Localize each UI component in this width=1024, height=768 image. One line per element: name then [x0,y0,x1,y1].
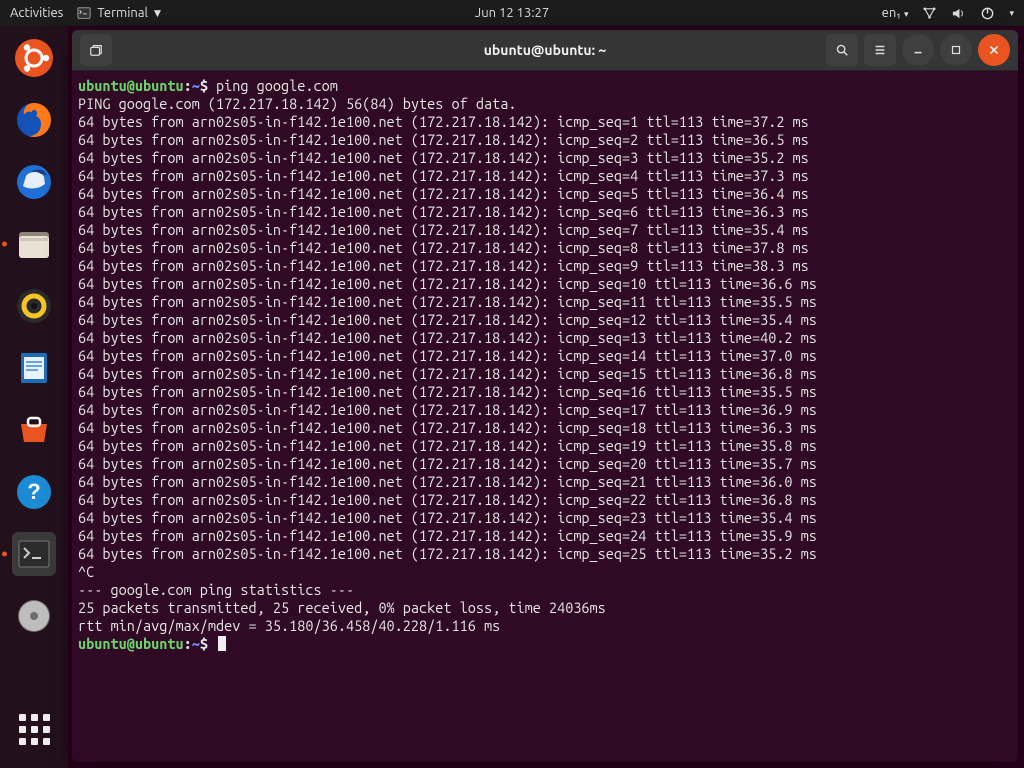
caret-down-icon: ▾ [1009,8,1014,19]
search-icon [835,43,849,57]
dock-rhythmbox[interactable] [12,284,56,328]
input-source-indicator[interactable]: en₁ ▾ [882,6,909,20]
gnome-top-bar: Activities Terminal ▼ Jun 12 13:27 en₁ ▾… [0,0,1024,26]
new-tab-button[interactable] [80,34,112,66]
minimize-icon [911,43,925,57]
network-icon[interactable] [922,6,937,21]
caret-down-icon: ▾ [904,9,909,19]
activities-button[interactable]: Activities [10,6,63,20]
terminal-window: ubuntu@ubuntu: ~ ubuntu@ubuntu:~$ ping g… [72,30,1018,762]
terminal-titlebar[interactable]: ubuntu@ubuntu: ~ [72,30,1018,71]
show-applications-button[interactable] [17,712,51,746]
caret-down-icon: ▼ [154,8,161,19]
dock-libreoffice-writer[interactable] [12,346,56,390]
dock-files[interactable] [12,222,56,266]
dock-disks[interactable] [12,594,56,638]
terminal-app-icon [77,6,91,20]
dock-help[interactable]: ? [12,470,56,514]
active-app-menu[interactable]: Terminal ▼ [77,6,161,20]
dock-ubuntu-logo[interactable] [12,36,56,80]
active-app-label: Terminal [97,6,148,20]
close-button[interactable] [978,34,1010,66]
svg-text:?: ? [27,479,40,504]
dock: ? [0,26,68,768]
dock-thunderbird[interactable] [12,160,56,204]
dock-software-center[interactable] [12,408,56,452]
hamburger-icon [873,43,887,57]
maximize-icon [949,43,963,57]
clock[interactable]: Jun 12 13:27 [475,6,549,20]
close-icon [987,43,1001,57]
maximize-button[interactable] [940,34,972,66]
hamburger-menu-button[interactable] [864,34,896,66]
power-icon[interactable] [980,6,995,21]
volume-icon[interactable] [951,6,966,21]
dock-firefox[interactable] [12,98,56,142]
terminal-output-area[interactable]: ubuntu@ubuntu:~$ ping google.com PING go… [72,71,1018,762]
new-tab-icon [89,43,103,57]
minimize-button[interactable] [902,34,934,66]
window-title: ubuntu@ubuntu: ~ [484,42,607,58]
dock-terminal[interactable] [12,532,56,576]
search-button[interactable] [826,34,858,66]
